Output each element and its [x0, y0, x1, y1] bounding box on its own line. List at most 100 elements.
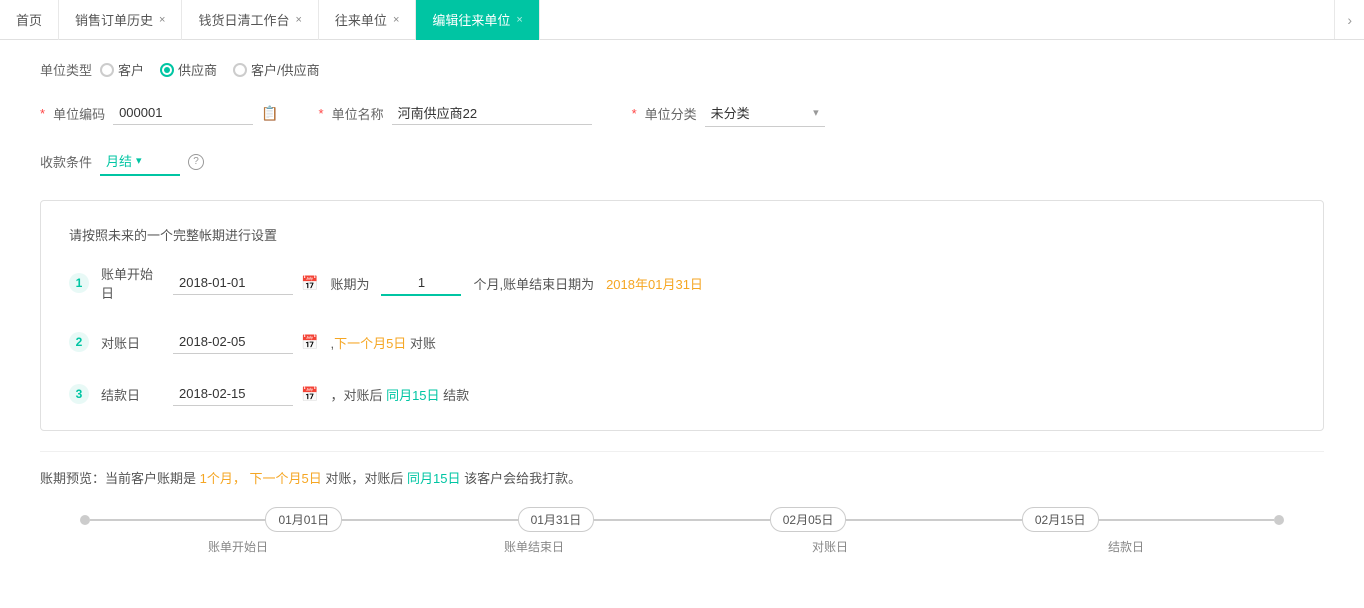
- reconcile-date-cal-icon[interactable]: 📅: [301, 334, 318, 351]
- radio-supplier-circle: [160, 63, 174, 77]
- payment-date-input[interactable]: [173, 382, 293, 406]
- tab-cashier-label: 钱货日清工作台: [198, 10, 289, 29]
- timeline-line-5: [1099, 519, 1274, 521]
- preview-section: 账期预览：当前客户账期是 1个月， 下一个月5日 对账，对账后 同月15日 该客…: [40, 451, 1324, 487]
- timeline-label-2: 账单结束日: [504, 538, 564, 555]
- payment-select[interactable]: 月结 ▾: [100, 147, 180, 176]
- timeline-badge-2: 01月31日: [518, 507, 595, 532]
- row-num-1: 1: [69, 273, 89, 293]
- tabs-arrow[interactable]: ›: [1334, 0, 1364, 39]
- tab-cashier-close[interactable]: ×: [295, 14, 301, 26]
- radio-customer-circle: [100, 63, 114, 77]
- timeline-node-1: 01月01日: [265, 507, 342, 532]
- tab-home[interactable]: 首页: [0, 0, 59, 40]
- category-dropdown-icon: ▾: [813, 106, 819, 119]
- radio-both-circle: [233, 63, 247, 77]
- timeline-node-4: 02月15日: [1022, 507, 1099, 532]
- reconcile-text: ,下一个月5日 对账: [330, 333, 435, 352]
- timeline-node-3: 02月05日: [770, 507, 847, 532]
- row-label-3: 结款日: [101, 385, 161, 404]
- tab-cashier[interactable]: 钱货日清工作台 ×: [182, 0, 318, 40]
- preview-end: 该客户会给我打款。: [464, 471, 581, 486]
- radio-supplier-label: 供应商: [178, 60, 217, 79]
- tab-sales-history[interactable]: 销售订单历史 ×: [59, 0, 182, 40]
- preview-payment-highlight: 同月15日: [407, 471, 460, 486]
- timeline-wrapper: 01月01日 01月31日 02月05日 02月15日: [40, 507, 1324, 555]
- setting-row-2: 2 对账日 📅 ,下一个月5日 对账: [69, 330, 1295, 354]
- help-icon-symbol: ?: [193, 156, 199, 167]
- name-label: 单位名称: [332, 104, 384, 123]
- payment-suffix-text: ，对账后 同月15日 结款: [330, 385, 469, 404]
- radio-both-label: 客户/供应商: [251, 60, 320, 79]
- tab-contacts-close[interactable]: ×: [393, 14, 399, 26]
- payment-date-cal-icon[interactable]: 📅: [301, 386, 318, 403]
- timeline-badge-1: 01月01日: [265, 507, 342, 532]
- radio-customer-label: 客户: [118, 60, 144, 79]
- name-required-star: *: [319, 106, 324, 121]
- end-date-highlight: 2018年01月31日: [606, 274, 703, 293]
- period-prefix: 账期为: [330, 274, 369, 293]
- start-date-input[interactable]: [173, 271, 293, 295]
- code-required-star: *: [40, 106, 45, 121]
- unit-type-radio-group: 客户 供应商 客户/供应商: [100, 60, 320, 79]
- row-label-2: 对账日: [101, 333, 161, 352]
- tab-edit-contact-label: 编辑往来单位: [432, 10, 510, 29]
- timeline-right-dot: [1274, 515, 1284, 525]
- row-num-3: 3: [69, 384, 89, 404]
- tab-home-label: 首页: [16, 10, 42, 29]
- category-select[interactable]: 未分类 ▾: [705, 99, 825, 127]
- tab-edit-contact[interactable]: 编辑往来单位 ×: [416, 0, 539, 40]
- period-input[interactable]: [381, 271, 461, 296]
- timeline-badge-3: 02月05日: [770, 507, 847, 532]
- card-instruction: 请按照未来的一个完整帐期进行设置: [69, 225, 1295, 244]
- reconcile-date-input[interactable]: [173, 330, 293, 354]
- unit-type-row: 单位类型 客户 供应商 客户/供应商: [40, 60, 1324, 79]
- preview-reconcile-prefix: 下一个月5日: [250, 471, 322, 486]
- tab-edit-contact-close[interactable]: ×: [516, 14, 522, 26]
- payment-value: 月结: [106, 151, 132, 170]
- tab-sales-history-label: 销售订单历史: [75, 10, 153, 29]
- tab-contacts[interactable]: 往来单位 ×: [319, 0, 416, 40]
- timeline-node-2: 01月31日: [518, 507, 595, 532]
- tab-contacts-label: 往来单位: [335, 10, 387, 29]
- timeline-label-4: 结款日: [1108, 538, 1144, 555]
- radio-supplier[interactable]: 供应商: [160, 60, 217, 79]
- timeline-left-dot: [80, 515, 90, 525]
- payment-row: 收款条件 月结 ▾ ?: [40, 147, 1324, 176]
- start-date-cal-icon[interactable]: 📅: [301, 275, 318, 292]
- payment-label: 收款条件: [40, 152, 92, 171]
- name-input[interactable]: [392, 101, 592, 125]
- timeline-label-3: 对账日: [812, 538, 848, 555]
- timeline-line-4: [846, 519, 1021, 521]
- timeline-labels-row: 账单开始日 账单结束日 对账日 结款日: [40, 538, 1324, 555]
- timeline-line-3: [594, 519, 769, 521]
- setting-row-3: 3 结款日 📅 ，对账后 同月15日 结款: [69, 382, 1295, 406]
- code-input[interactable]: [113, 101, 253, 125]
- row-label-1: 账单开始日: [101, 264, 161, 302]
- category-required-star: *: [632, 106, 637, 121]
- setting-row-1: 1 账单开始日 📅 账期为 个月,账单结束日期为 2018年01月31日: [69, 264, 1295, 302]
- help-icon[interactable]: ?: [188, 154, 204, 170]
- category-value: 未分类: [711, 103, 809, 122]
- radio-customer[interactable]: 客户: [100, 60, 144, 79]
- tab-sales-history-close[interactable]: ×: [159, 14, 165, 26]
- unit-type-label: 单位类型: [40, 60, 92, 79]
- timeline-line-1: [90, 519, 265, 521]
- code-label: 单位编码: [53, 104, 105, 123]
- preview-period: 1个月，: [200, 471, 246, 486]
- timeline-line-2: [342, 519, 517, 521]
- category-label: 单位分类: [645, 104, 697, 123]
- radio-both[interactable]: 客户/供应商: [233, 60, 320, 79]
- payment-dropdown-icon: ▾: [136, 154, 142, 167]
- timeline-label-1: 账单开始日: [208, 538, 268, 555]
- tabs-bar: 首页 销售订单历史 × 钱货日清工作台 × 往来单位 × 编辑往来单位 × ›: [0, 0, 1364, 40]
- preview-reconcile-suffix: 对账，对账后: [325, 471, 403, 486]
- timeline-badge-4: 02月15日: [1022, 507, 1099, 532]
- main-content: 单位类型 客户 供应商 客户/供应商 * 单位编码 📋 * 单位名称: [0, 40, 1364, 608]
- card-section: 请按照未来的一个完整帐期进行设置 1 账单开始日 📅 账期为 个月,账单结束日期…: [40, 200, 1324, 431]
- code-name-category-row: * 单位编码 📋 * 单位名称 * 单位分类 未分类 ▾: [40, 99, 1324, 127]
- preview-label: 账期预览：当前客户账期是: [40, 471, 196, 486]
- row-num-2: 2: [69, 332, 89, 352]
- code-copy-icon[interactable]: 📋: [261, 105, 278, 122]
- period-suffix-text: 个月,账单结束日期为: [473, 274, 594, 293]
